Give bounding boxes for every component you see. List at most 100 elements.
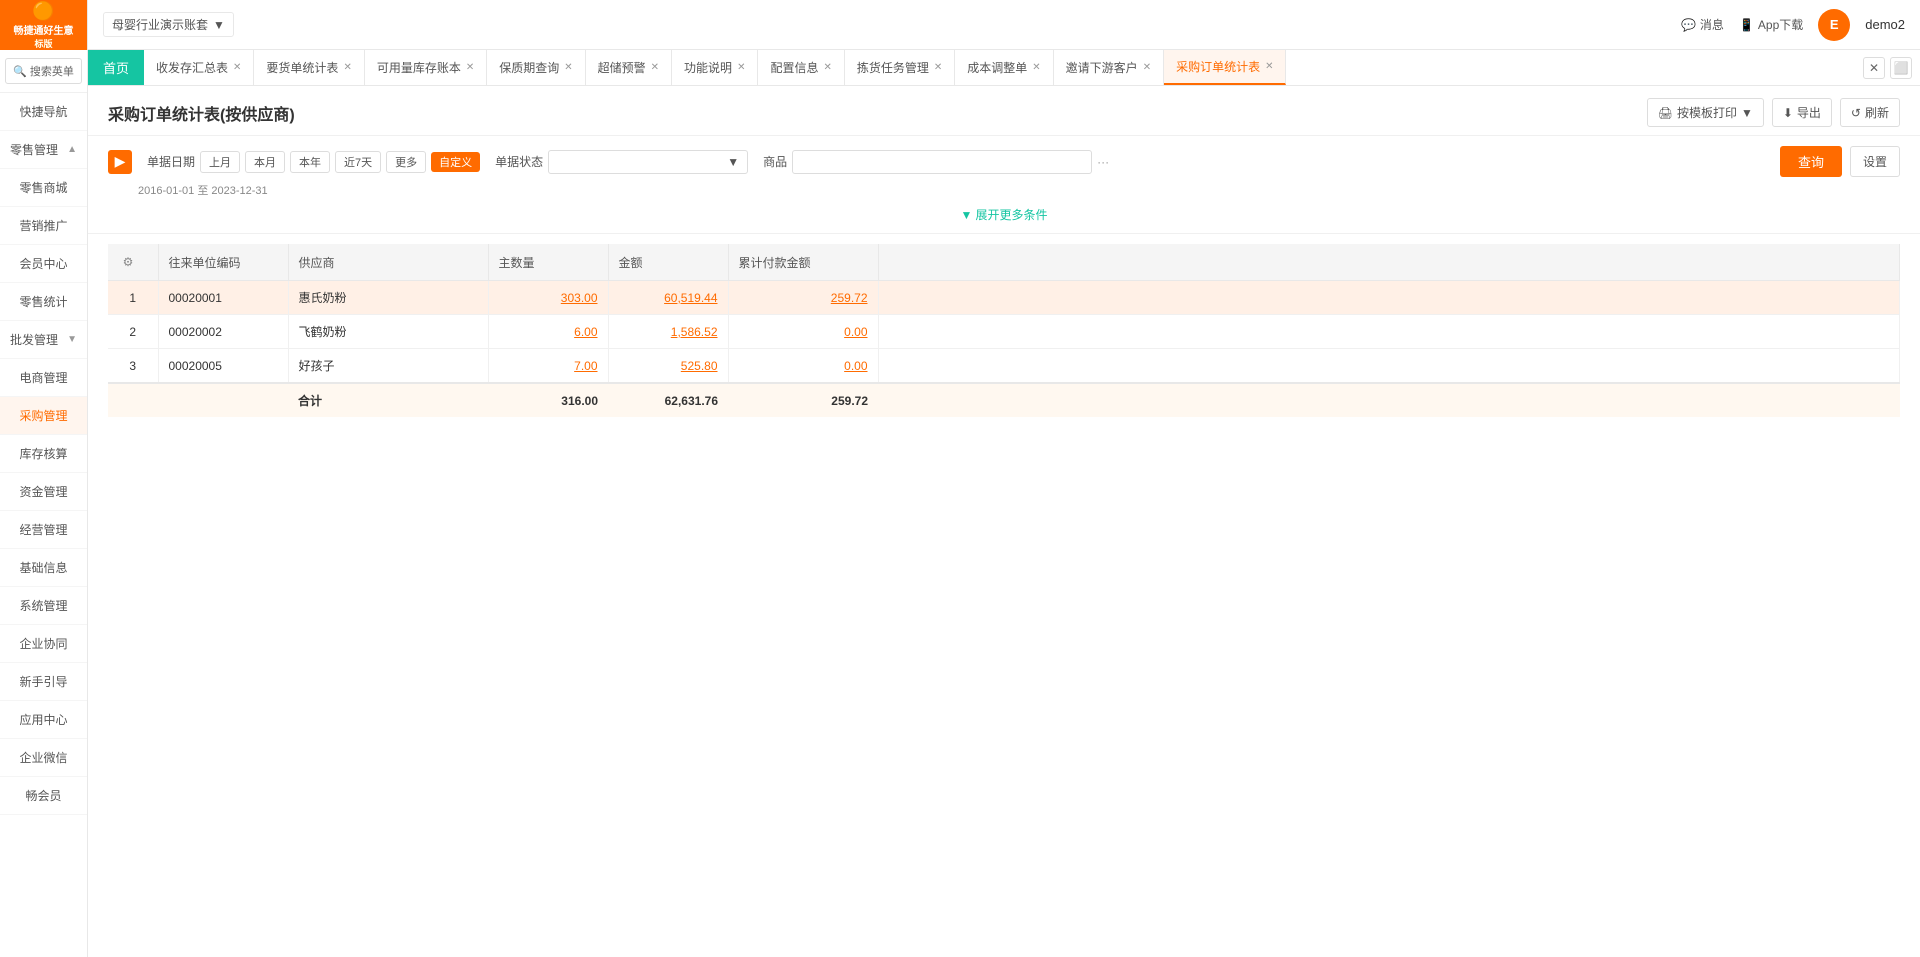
sidebar-item-system[interactable]: 系统管理	[0, 587, 87, 625]
sidebar-item-retailshop[interactable]: 零售商城	[0, 169, 87, 207]
table-row: 3 00020005 好孩子 7.00 525.80 0.00	[108, 349, 1900, 384]
tab-close-all-button[interactable]: ✕	[1863, 57, 1885, 79]
tab-maximize-button[interactable]: ⬜	[1890, 57, 1912, 79]
goods-filter-label: 商品	[763, 153, 787, 170]
tab-close-icon[interactable]: ✕	[466, 62, 474, 73]
row-extra	[878, 315, 1900, 349]
tab-close-icon[interactable]: ✕	[564, 62, 572, 73]
export-button[interactable]: ⬇ 导出	[1772, 98, 1832, 127]
tab-pick-task[interactable]: 拣货任务管理 ✕	[845, 50, 955, 85]
sidebar-item-ecommerce[interactable]: 电商管理	[0, 359, 87, 397]
tab-collect-pay[interactable]: 收发存汇总表 ✕	[144, 50, 254, 85]
row-paid[interactable]: 0.00	[728, 315, 878, 349]
sidebar-item-wechat[interactable]: 企业微信	[0, 739, 87, 777]
filter-date-item: 单据日期 上月 本月 本年 近7天 更多 自定义	[147, 151, 480, 173]
tab-available-inv[interactable]: 可用量库存账本 ✕	[365, 50, 487, 85]
tab-close-icon[interactable]: ✕	[823, 62, 831, 73]
message-button[interactable]: 💬 消息	[1681, 16, 1724, 33]
row-amount[interactable]: 525.80	[608, 349, 728, 384]
row-paid[interactable]: 259.72	[728, 281, 878, 315]
tab-close-icon[interactable]: ✕	[1265, 61, 1273, 72]
app-logo[interactable]: 🟠 畅捷通好生意 标版	[0, 0, 87, 50]
chevron-up-icon: ▲	[67, 144, 77, 155]
row-extra	[878, 349, 1900, 384]
refresh-button[interactable]: ↺ 刷新	[1840, 98, 1900, 127]
column-settings-icon[interactable]: ⚙	[118, 252, 138, 272]
tab-close-icon[interactable]: ✕	[343, 62, 351, 73]
tab-invite-down[interactable]: 邀请下游客户 ✕	[1054, 50, 1164, 85]
sidebar-item-purchase[interactable]: 采购管理	[0, 397, 87, 435]
shortcut-7days[interactable]: 近7天	[335, 151, 381, 173]
custom-date-badge[interactable]: 自定义	[431, 152, 480, 172]
sidebar-item-basic[interactable]: 基础信息	[0, 549, 87, 587]
sidebar-item-inventory[interactable]: 库存核算	[0, 435, 87, 473]
tab-label: 成本调整单	[967, 59, 1027, 76]
tab-home[interactable]: 首页	[88, 50, 144, 85]
row-qty[interactable]: 6.00	[488, 315, 608, 349]
workspace-selector[interactable]: 母婴行业演示账套 ▼	[103, 12, 234, 37]
tab-config[interactable]: 配置信息 ✕	[758, 50, 844, 85]
sidebar-item-marketing[interactable]: 营销推广	[0, 207, 87, 245]
logo-icon: 🟠	[32, 1, 54, 22]
sidebar-item-member[interactable]: 会员中心	[0, 245, 87, 283]
row-index: 1	[108, 281, 158, 315]
tab-close-icon[interactable]: ✕	[934, 62, 942, 73]
row-qty[interactable]: 7.00	[488, 349, 608, 384]
guide-label: 新手引导	[19, 673, 67, 690]
more-options-icon[interactable]: ···	[1097, 155, 1109, 169]
shortcut-this-month[interactable]: 本月	[245, 151, 285, 173]
sidebar-item-apps[interactable]: 应用中心	[0, 701, 87, 739]
tab-expiry-query[interactable]: 保质期查询 ✕	[487, 50, 585, 85]
sidebar-item-operations[interactable]: 经营管理	[0, 511, 87, 549]
sidebar-item-wholesale[interactable]: 批发管理 ▼	[0, 321, 87, 359]
row-code: 00020005	[158, 349, 288, 384]
row-paid[interactable]: 0.00	[728, 349, 878, 384]
row-amount[interactable]: 1,586.52	[608, 315, 728, 349]
logo-text: 畅捷通好生意	[14, 22, 74, 37]
topbar: 母婴行业演示账套 ▼ 💬 消息 📱 App下载 E demo2	[88, 0, 1920, 50]
refresh-icon: ↺	[1851, 106, 1861, 120]
tab-close-icon[interactable]: ✕	[651, 62, 659, 73]
tab-cost-adjust[interactable]: 成本调整单 ✕	[955, 50, 1053, 85]
tab-close-icon[interactable]: ✕	[1032, 62, 1040, 73]
goods-input[interactable]	[792, 150, 1092, 174]
date-filter-label: 单据日期	[147, 153, 195, 170]
tab-overstock[interactable]: 超储预警 ✕	[586, 50, 672, 85]
query-button[interactable]: 查询	[1780, 146, 1842, 177]
app-download-button[interactable]: 📱 App下载	[1739, 16, 1803, 33]
sidebar-item-quicknav[interactable]: 快捷导航	[0, 93, 87, 131]
shortcut-this-year[interactable]: 本年	[290, 151, 330, 173]
row-supplier: 飞鹤奶粉	[288, 315, 488, 349]
row-qty[interactable]: 303.00	[488, 281, 608, 315]
avatar-initial: E	[1830, 17, 1839, 32]
status-select[interactable]: ▼	[548, 150, 748, 174]
tab-bar-actions: ✕ ⬜	[1855, 50, 1920, 85]
col-header-code: 往来单位编码	[158, 244, 288, 281]
row-amount[interactable]: 60,519.44	[608, 281, 728, 315]
shortcut-last-month[interactable]: 上月	[200, 151, 240, 173]
expand-conditions-button[interactable]: ▼ 展开更多条件	[961, 206, 1048, 223]
print-button[interactable]: 🖨 按模板打印 ▼	[1647, 98, 1764, 127]
tab-close-icon[interactable]: ✕	[737, 62, 745, 73]
data-table: ⚙ 往来单位编码 供应商 主数量 金额 累计付款金额 1	[108, 244, 1900, 417]
sidebar-item-retailstats[interactable]: 零售统计	[0, 283, 87, 321]
sidebar-item-changhui[interactable]: 畅会员	[0, 777, 87, 815]
user-avatar[interactable]: E	[1818, 9, 1850, 41]
retailstats-label: 零售统计	[19, 293, 67, 310]
tab-close-icon[interactable]: ✕	[233, 62, 241, 73]
tab-label: 拣货任务管理	[857, 59, 929, 76]
search-button[interactable]: 🔍 搜索英单	[5, 58, 82, 84]
shortcut-more[interactable]: 更多	[386, 151, 426, 173]
filter-toggle-button[interactable]: ▶	[108, 150, 132, 174]
workspace-label: 母婴行业演示账套	[112, 16, 208, 33]
tab-purchase-stats[interactable]: 采购订单统计表 ✕	[1164, 50, 1286, 85]
sidebar-item-finance[interactable]: 资金管理	[0, 473, 87, 511]
sidebar-item-retail[interactable]: 零售管理 ▲	[0, 131, 87, 169]
setting-button[interactable]: 设置	[1850, 146, 1900, 177]
tab-func-desc[interactable]: 功能说明 ✕	[672, 50, 758, 85]
sidebar-item-guide[interactable]: 新手引导	[0, 663, 87, 701]
tab-order-stats[interactable]: 要货单统计表 ✕	[254, 50, 364, 85]
sidebar-item-enterprise[interactable]: 企业协同	[0, 625, 87, 663]
table-row: 2 00020002 飞鹤奶粉 6.00 1,586.52 0.00	[108, 315, 1900, 349]
tab-close-icon[interactable]: ✕	[1143, 62, 1151, 73]
